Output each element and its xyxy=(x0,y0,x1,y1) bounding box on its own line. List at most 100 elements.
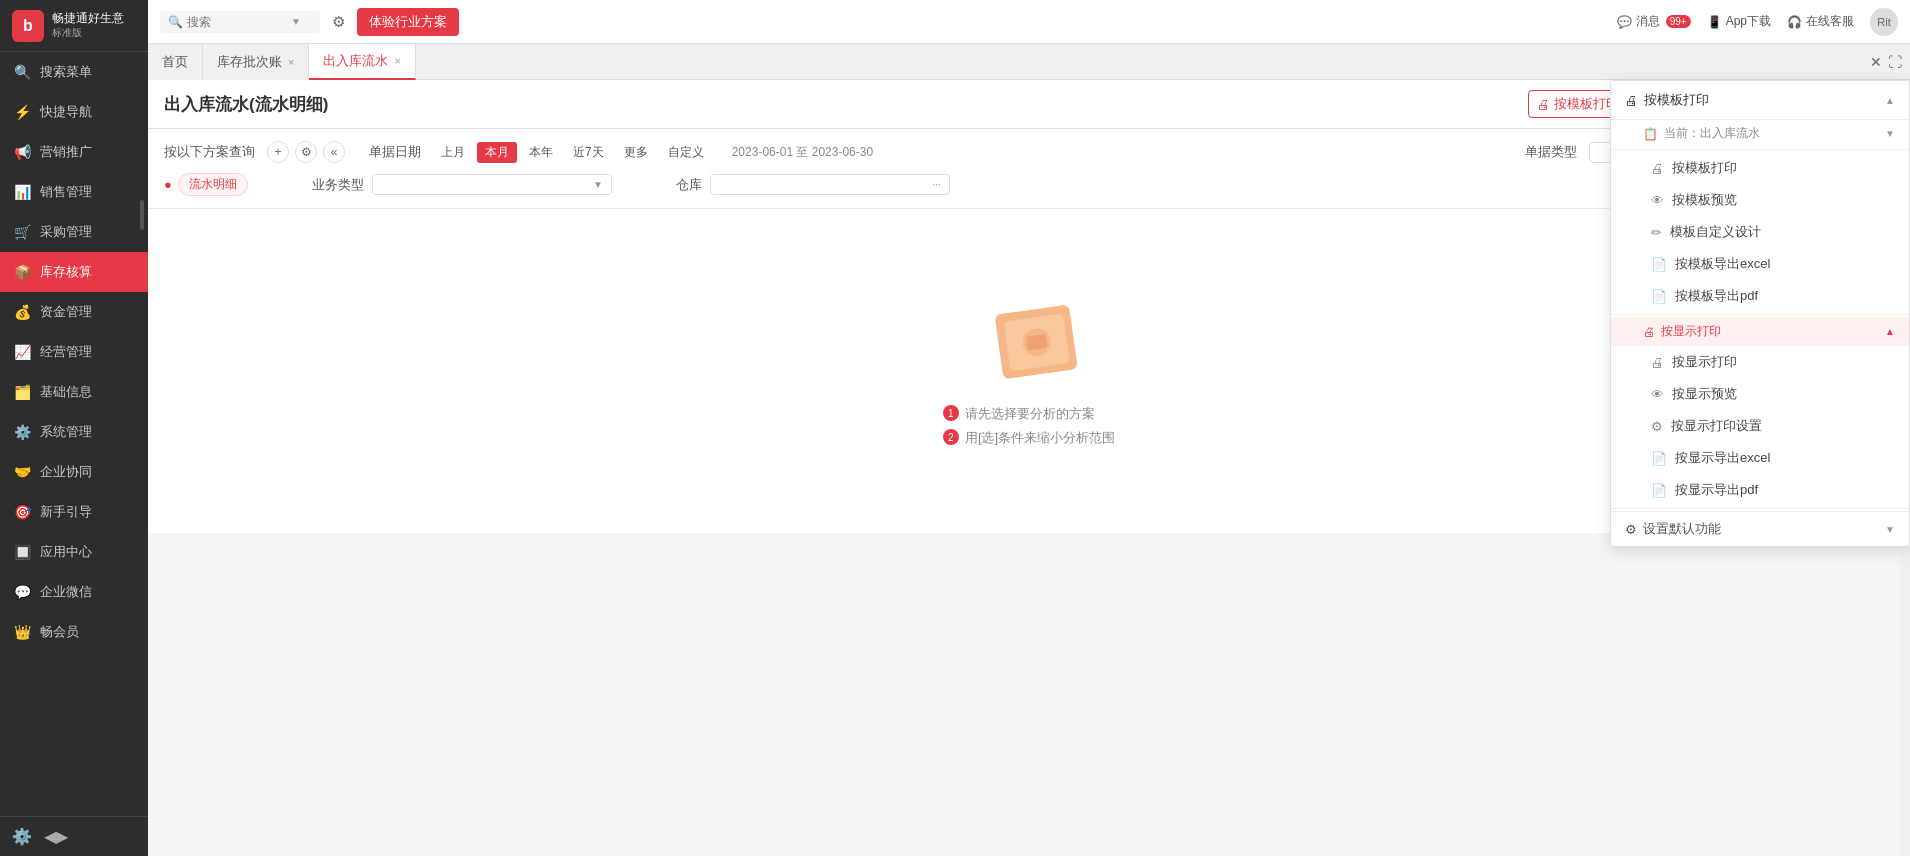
collapse-sidebar-icon[interactable]: ◀▶ xyxy=(44,827,68,846)
date-tab-this-year[interactable]: 本年 xyxy=(521,142,561,163)
current-chevron: ▼ xyxy=(1885,128,1895,139)
template-preview-icon: 👁 xyxy=(1651,193,1664,208)
divider-2 xyxy=(1611,314,1909,315)
crown-icon: 👑 xyxy=(12,622,32,642)
date-tab-this-month[interactable]: 本月 xyxy=(477,142,517,163)
tab-close-all-icon[interactable]: ✕ xyxy=(1870,54,1882,70)
sidebar-item-label: 应用中心 xyxy=(40,543,92,561)
dropdown-header[interactable]: 🖨 按模板打印 ▲ xyxy=(1611,81,1909,120)
active-filter-tag[interactable]: 流水明细 xyxy=(178,173,248,196)
tab-home[interactable]: 首页 xyxy=(148,44,203,80)
tab-flow[interactable]: 出入库流水 × xyxy=(309,44,415,80)
warehouse-chevron: ··· xyxy=(933,179,941,190)
app-download-btn[interactable]: 📱 App下载 xyxy=(1707,13,1771,30)
sidebar-item-marketing[interactable]: 📢 营销推广 xyxy=(0,132,148,172)
message-btn[interactable]: 💬 消息 99+ xyxy=(1617,13,1691,30)
tab-close-batch-ledger[interactable]: × xyxy=(288,56,294,68)
sidebar-item-label: 销售管理 xyxy=(40,183,92,201)
sidebar-item-label: 搜索菜单 xyxy=(40,63,92,81)
filter-settings-btn[interactable]: ⚙ xyxy=(295,141,317,163)
online-service-btn[interactable]: 🎧 在线客服 xyxy=(1787,13,1854,30)
date-tab-last-month[interactable]: 上月 xyxy=(433,142,473,163)
dropdown-footer[interactable]: ⚙ 设置默认功能 ▼ xyxy=(1611,511,1909,546)
template-pdf-icon: 📄 xyxy=(1651,289,1667,304)
biz-type-chevron: ▼ xyxy=(593,179,603,190)
sidebar-item-label: 基础信息 xyxy=(40,383,92,401)
empty-box-svg xyxy=(979,289,1099,399)
type-label: 单据类型 xyxy=(1525,143,1577,161)
footer-chevron: ▼ xyxy=(1885,524,1895,535)
topbar: 🔍 ▼ ⚙ 体验行业方案 💬 消息 99+ 📱 App下载 🎧 在线客服 Rit xyxy=(148,0,1910,44)
divider-3 xyxy=(1611,508,1909,509)
warehouse-select[interactable]: ··· xyxy=(710,174,950,195)
trial-btn[interactable]: 体验行业方案 xyxy=(357,8,459,36)
sidebar-item-enterprise[interactable]: 🤝 企业协同 xyxy=(0,452,148,492)
dropdown-item-display-pdf[interactable]: 📄 按显示导出pdf xyxy=(1611,474,1909,506)
tab-close-flow[interactable]: × xyxy=(394,55,400,67)
sidebar-item-label: 资金管理 xyxy=(40,303,92,321)
sidebar-item-quick-nav[interactable]: ⚡ 快捷导航 xyxy=(0,92,148,132)
lightning-icon: ⚡ xyxy=(12,102,32,122)
tab-expand-icon[interactable]: ⛶ xyxy=(1888,54,1902,70)
sidebar-item-operation[interactable]: 📈 经营管理 xyxy=(0,332,148,372)
dropdown-item-template-preview[interactable]: 👁 按模板预览 xyxy=(1611,184,1909,216)
global-search-input[interactable] xyxy=(187,15,287,29)
dropdown-item-template-print[interactable]: 🖨 按模板打印 xyxy=(1611,152,1909,184)
phone-icon: 📱 xyxy=(1707,15,1722,29)
date-tab-7days[interactable]: 近7天 xyxy=(565,142,612,163)
date-tabs: 上月 本月 本年 近7天 更多 自定义 xyxy=(433,142,712,163)
sidebar-item-label: 采购管理 xyxy=(40,223,92,241)
sidebar-item-finance[interactable]: 💰 资金管理 xyxy=(0,292,148,332)
add-filter-btn[interactable]: + xyxy=(267,141,289,163)
tabbar-right: ✕ ⛶ xyxy=(1862,54,1910,70)
sidebar-scrollbar xyxy=(140,200,144,230)
sidebar-item-inventory[interactable]: 📦 库存核算 xyxy=(0,252,148,292)
sidebar-item-label: 库存核算 xyxy=(40,263,92,281)
sidebar-item-label: 企业微信 xyxy=(40,583,92,601)
sidebar-item-purchase[interactable]: 🛒 采购管理 xyxy=(0,212,148,252)
sidebar-item-label: 快捷导航 xyxy=(40,103,92,121)
sidebar-item-system[interactable]: ⚙️ 系统管理 xyxy=(0,412,148,452)
sidebar-item-basic[interactable]: 🗂️ 基础信息 xyxy=(0,372,148,412)
megaphone-icon: 📢 xyxy=(12,142,32,162)
dropdown-item-template-pdf[interactable]: 📄 按模板导出pdf xyxy=(1611,280,1909,312)
empty-tip-1: 1 请先选择要分析的方案 xyxy=(943,405,1115,423)
global-search-box[interactable]: 🔍 ▼ xyxy=(160,11,320,33)
sidebar-item-apps[interactable]: 🔲 应用中心 xyxy=(0,532,148,572)
dropdown-item-display-preview[interactable]: 👁 按显示预览 xyxy=(1611,378,1909,410)
current-item[interactable]: 📋 当前：出入库流水 ▼ xyxy=(1611,120,1909,147)
dropdown-item-template-custom[interactable]: ✏ 模板自定义设计 xyxy=(1611,216,1909,248)
tab-batch-ledger[interactable]: 库存批次账 × xyxy=(203,44,309,80)
svg-rect-3 xyxy=(1026,334,1048,351)
chart-icon: 📊 xyxy=(12,182,32,202)
display-print-icon: 🖨 xyxy=(1651,355,1664,370)
gear-icon: ⚙️ xyxy=(12,422,32,442)
sidebar-item-guide[interactable]: 🎯 新手引导 xyxy=(0,492,148,532)
date-label: 单据日期 xyxy=(369,143,421,161)
user-avatar[interactable]: Rit xyxy=(1870,8,1898,36)
date-tab-more[interactable]: 更多 xyxy=(616,142,656,163)
chevron-down-icon[interactable]: ▼ xyxy=(291,16,301,27)
sidebar-nav: 🔍 搜索菜单 ⚡ 快捷导航 📢 营销推广 📊 销售管理 🛒 采购管理 📦 库存核… xyxy=(0,52,148,816)
sidebar-item-member[interactable]: 👑 畅会员 xyxy=(0,612,148,652)
cart-icon: 🛒 xyxy=(12,222,32,242)
sidebar-item-wechat[interactable]: 💬 企业微信 xyxy=(0,572,148,612)
sidebar: b 畅捷通好生意 标准版 🔍 搜索菜单 ⚡ 快捷导航 📢 营销推广 📊 销售管理… xyxy=(0,0,148,856)
grid-icon: 🔲 xyxy=(12,542,32,562)
sidebar-item-sales[interactable]: 📊 销售管理 xyxy=(0,172,148,212)
display-section-header[interactable]: 🖨 按显示打印 ▲ xyxy=(1611,317,1909,346)
headset-icon: 🎧 xyxy=(1787,15,1802,29)
collapse-filter-btn[interactable]: « xyxy=(323,141,345,163)
sidebar-item-label: 系统管理 xyxy=(40,423,92,441)
dropdown-item-template-excel[interactable]: 📄 按模板导出excel xyxy=(1611,248,1909,280)
sidebar-item-search[interactable]: 🔍 搜索菜单 xyxy=(0,52,148,92)
dropdown-item-display-print[interactable]: 🖨 按显示打印 xyxy=(1611,346,1909,378)
dropdown-item-display-settings[interactable]: ⚙ 按显示打印设置 xyxy=(1611,410,1909,442)
settings-icon[interactable]: ⚙️ xyxy=(12,827,32,846)
message-icon: 💬 xyxy=(1617,15,1632,29)
settings-gear-icon[interactable]: ⚙ xyxy=(332,13,345,31)
date-tab-custom[interactable]: 自定义 xyxy=(660,142,712,163)
dropdown-item-display-excel[interactable]: 📄 按显示导出excel xyxy=(1611,442,1909,474)
filter-tools: + ⚙ « xyxy=(267,141,345,163)
biz-type-select[interactable]: ▼ xyxy=(372,174,612,195)
